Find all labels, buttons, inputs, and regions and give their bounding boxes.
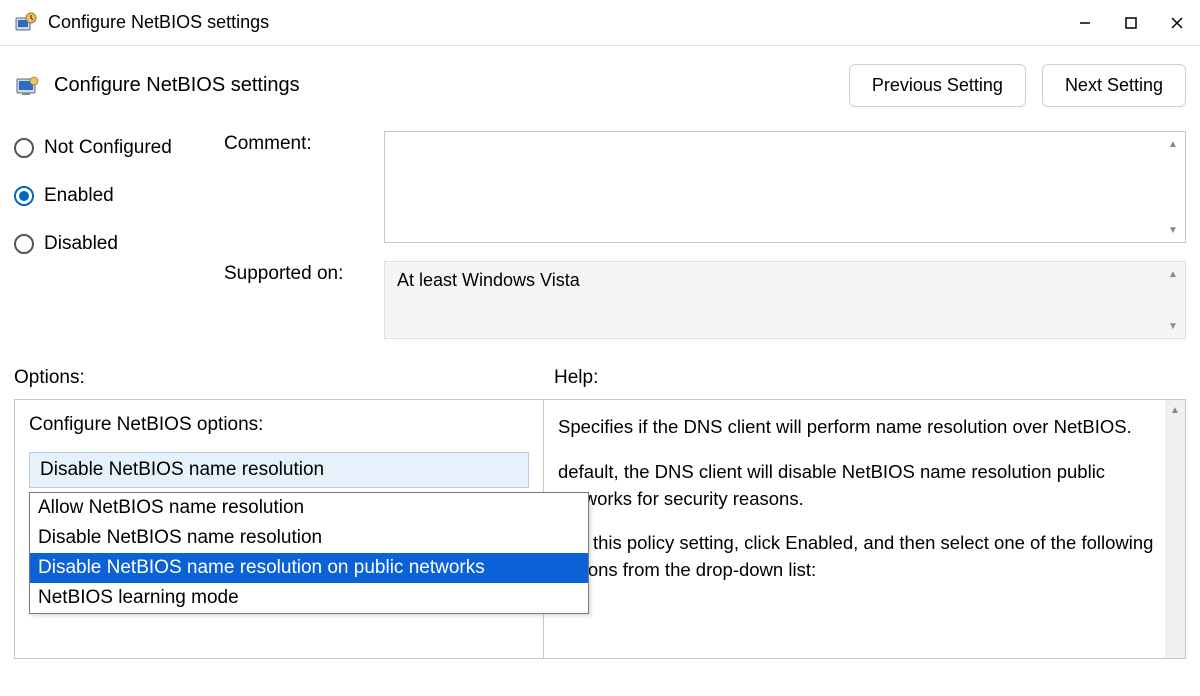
- help-panel: Specifies if the DNS client will perform…: [544, 399, 1186, 659]
- dropdown-item[interactable]: Disable NetBIOS name resolution on publi…: [30, 553, 588, 583]
- scroll-up-icon[interactable]: ▲: [1168, 404, 1182, 418]
- netbios-options-dropdown-list: Allow NetBIOS name resolutionDisable Net…: [29, 492, 589, 614]
- state-radio-group: Not Configured Enabled Disabled: [14, 131, 224, 357]
- section-labels: Options: Help:: [0, 357, 1200, 399]
- titlebar: Configure NetBIOS settings: [0, 0, 1200, 46]
- radio-label: Enabled: [44, 185, 114, 207]
- supported-label: Supported on:: [224, 261, 384, 339]
- minimize-button[interactable]: [1062, 0, 1108, 46]
- radio-enabled[interactable]: Enabled: [14, 185, 224, 207]
- help-scrollbar[interactable]: ▲: [1165, 400, 1185, 658]
- comment-label: Comment:: [224, 131, 384, 243]
- radio-label: Disabled: [44, 233, 118, 255]
- maximize-button[interactable]: [1108, 0, 1154, 46]
- comment-textarea[interactable]: ▲ ▼: [384, 131, 1186, 243]
- supported-row: Supported on: At least Windows Vista ▲ ▼: [224, 261, 1186, 339]
- policy-editor-window: Configure NetBIOS settings Configure Net…: [0, 0, 1200, 696]
- options-panel: Configure NetBIOS options: Disable NetBI…: [14, 399, 544, 659]
- scroll-up-icon[interactable]: ▲: [1165, 266, 1181, 282]
- radio-disabled[interactable]: Disabled: [14, 233, 224, 255]
- dropdown-item[interactable]: NetBIOS learning mode: [30, 583, 588, 613]
- app-icon: [14, 11, 38, 35]
- close-button[interactable]: [1154, 0, 1200, 46]
- options-section-label: Options:: [14, 367, 554, 389]
- radio-label: Not Configured: [44, 137, 172, 159]
- dropdown-selected-value: Disable NetBIOS name resolution: [40, 459, 324, 481]
- next-setting-button[interactable]: Next Setting: [1042, 64, 1186, 107]
- radio-not-configured[interactable]: Not Configured: [14, 137, 224, 159]
- help-text: use this policy setting, click Enabled, …: [558, 530, 1157, 584]
- dropdown-item[interactable]: Disable NetBIOS name resolution: [30, 523, 588, 553]
- options-dropdown-label: Configure NetBIOS options:: [29, 414, 529, 436]
- netbios-options-dropdown[interactable]: Disable NetBIOS name resolution: [29, 452, 529, 488]
- window-title: Configure NetBIOS settings: [48, 12, 269, 33]
- supported-on-value: At least Windows Vista: [397, 270, 580, 290]
- supported-on-box: At least Windows Vista ▲ ▼: [384, 261, 1186, 339]
- previous-setting-button[interactable]: Previous Setting: [849, 64, 1026, 107]
- help-text: Specifies if the DNS client will perform…: [558, 414, 1157, 441]
- help-section-label: Help:: [554, 367, 1186, 389]
- upper-area: Not Configured Enabled Disabled Comment:…: [0, 117, 1200, 357]
- scroll-up-icon[interactable]: ▲: [1165, 136, 1181, 152]
- lower-area: Configure NetBIOS options: Disable NetBI…: [0, 399, 1200, 659]
- dropdown-item[interactable]: Allow NetBIOS name resolution: [30, 493, 588, 523]
- policy-header: Configure NetBIOS settings Previous Sett…: [0, 46, 1200, 117]
- policy-title: Configure NetBIOS settings: [54, 74, 300, 97]
- help-text: default, the DNS client will disable Net…: [558, 459, 1157, 513]
- fields-col: Comment: ▲ ▼ Supported on: At least Wind…: [224, 131, 1186, 357]
- policy-icon: [14, 73, 40, 99]
- scroll-down-icon[interactable]: ▼: [1165, 222, 1181, 238]
- scroll-down-icon[interactable]: ▼: [1165, 318, 1181, 334]
- comment-row: Comment: ▲ ▼: [224, 131, 1186, 243]
